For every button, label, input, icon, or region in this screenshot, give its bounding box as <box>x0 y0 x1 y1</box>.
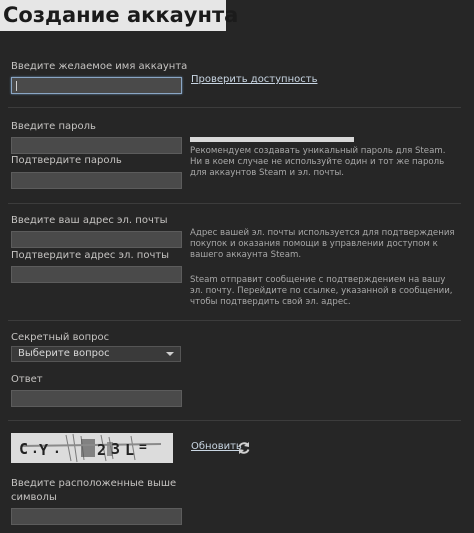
email-help-text: Адрес вашей эл. почты используется для п… <box>190 228 455 260</box>
captcha-image: C . Y . 2 3 L = <box>11 433 173 463</box>
account-name-input[interactable] <box>11 77 182 94</box>
answer-label: Ответ <box>11 374 43 385</box>
page-title: Создание аккаунта <box>3 3 239 27</box>
divider <box>8 420 461 421</box>
email-confirmation-help-text: Steam отправит сообщение с подтверждение… <box>190 275 453 307</box>
secret-question-label: Секретный вопрос <box>11 332 110 343</box>
password-strength-bar <box>190 137 354 142</box>
svg-text:3: 3 <box>111 440 120 458</box>
text-caret <box>16 81 17 91</box>
password-input[interactable] <box>11 137 182 154</box>
password-confirm-label: Подтвердите пароль <box>11 155 122 166</box>
refresh-icon[interactable] <box>237 441 251 455</box>
svg-text:2: 2 <box>97 441 106 459</box>
email-confirm-label: Подтвердите адрес эл. почты <box>11 250 170 261</box>
divider <box>8 107 461 108</box>
email-label: Введите ваш адрес эл. почты <box>11 215 168 226</box>
email-confirm-input[interactable] <box>11 266 182 283</box>
captcha-input-label: Введите расположенные выше <box>11 478 177 489</box>
svg-text:=: = <box>139 440 147 455</box>
captcha-refresh-link[interactable]: Обновить <box>191 441 242 452</box>
password-confirm-input[interactable] <box>11 172 182 189</box>
password-help-text: Рекомендуем создавать уникальный пароль … <box>190 146 446 178</box>
secret-question-select[interactable]: Выберите вопрос <box>11 346 181 362</box>
captcha-input-label-line2: символы <box>11 492 57 503</box>
svg-text:C: C <box>19 440 28 458</box>
svg-text:.: . <box>53 442 61 457</box>
secret-question-value: Выберите вопрос <box>18 348 110 359</box>
check-availability-link[interactable]: Проверить доступность <box>191 74 317 85</box>
account-name-label: Введите желаемое имя аккаунта <box>11 61 188 72</box>
svg-text:.: . <box>31 442 39 457</box>
divider <box>8 203 461 204</box>
captcha-input[interactable] <box>11 508 182 525</box>
answer-input[interactable] <box>11 390 182 407</box>
divider <box>8 320 461 321</box>
svg-text:L: L <box>125 441 134 459</box>
svg-text:Y: Y <box>39 441 48 459</box>
chevron-down-icon <box>166 352 174 356</box>
title-bar: Создание аккаунта <box>0 0 238 31</box>
email-input[interactable] <box>11 231 182 248</box>
password-label: Введите пароль <box>11 121 96 132</box>
